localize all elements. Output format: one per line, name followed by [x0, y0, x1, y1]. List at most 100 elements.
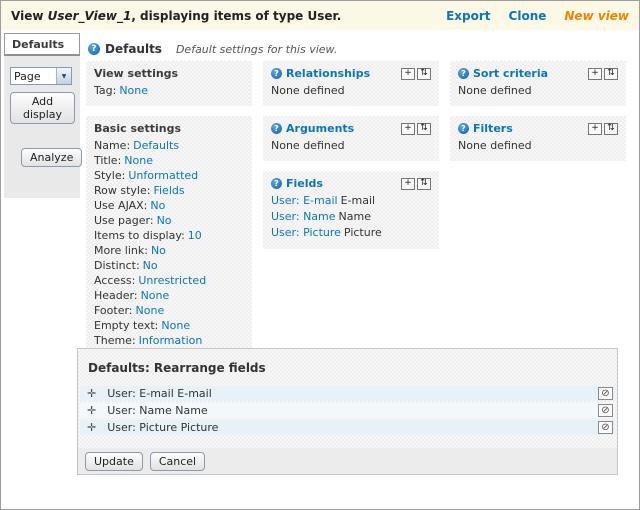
add-icon[interactable]: + — [401, 177, 415, 190]
arguments-title-link[interactable]: Arguments — [286, 122, 354, 135]
setting-row: Style: Unformatted — [94, 168, 244, 183]
relationships-header: ? Relationships + ⇅ — [271, 67, 431, 80]
display-sidebar: Defaults Page ▼ Add display Analyze — [4, 33, 83, 198]
setting-value-link[interactable]: Unformatted — [128, 169, 198, 182]
empty-text: None defined — [271, 139, 345, 152]
setting-row: More link: No — [94, 243, 244, 258]
setting-value-link[interactable]: No — [157, 214, 172, 227]
help-icon[interactable]: ? — [458, 68, 469, 79]
remove-icon[interactable]: ⊘ — [598, 387, 613, 400]
field-link[interactable]: User: Name — [271, 210, 336, 223]
setting-row: Use pager: No — [94, 213, 244, 228]
setting-value-link[interactable]: No — [143, 259, 158, 272]
fields-actions: + ⇅ — [401, 177, 431, 190]
setting-row: Tag: None — [94, 83, 244, 98]
remove-icon[interactable]: ⊘ — [598, 421, 613, 434]
filters-actions: + ⇅ — [588, 122, 618, 135]
view-description: View User_View_1, displaying items of ty… — [11, 9, 341, 23]
empty-text: None defined — [458, 84, 532, 97]
analyze-button[interactable]: Analyze — [21, 148, 83, 167]
defaults-heading: ? Defaults Default settings for this vie… — [88, 42, 337, 56]
setting-value-link[interactable]: None — [161, 319, 190, 332]
setting-label: Distinct: — [94, 259, 140, 272]
field-label-suffix: Name — [338, 210, 371, 223]
setting-row: Title: None — [94, 153, 244, 168]
setting-value-link[interactable]: None — [124, 154, 153, 167]
drag-handle-icon[interactable]: ✛ — [87, 388, 96, 399]
view-settings-box: View settings Tag: None — [86, 61, 252, 106]
setting-label: Theme: — [94, 334, 136, 347]
field-link[interactable]: User: Picture — [271, 226, 341, 239]
clone-link[interactable]: Clone — [509, 9, 547, 23]
setting-value-link[interactable]: None — [119, 84, 148, 97]
new-view-link[interactable]: New view — [564, 9, 629, 23]
help-icon[interactable]: ? — [88, 43, 100, 55]
add-icon[interactable]: + — [401, 67, 415, 80]
rearrange-row[interactable]: ✛ User: Picture Picture ⊘ — [80, 420, 615, 435]
sort-criteria-actions: + ⇅ — [588, 67, 618, 80]
help-icon[interactable]: ? — [458, 123, 469, 134]
field-link[interactable]: User: E-mail — [271, 194, 338, 207]
setting-value-link[interactable]: Unrestricted — [138, 274, 206, 287]
setting-row: Access: Unrestricted — [94, 273, 244, 288]
view-actions: Export Clone New view — [446, 9, 629, 23]
rearrange-icon[interactable]: ⇅ — [604, 122, 618, 135]
setting-label: Title: — [94, 154, 122, 167]
field-label-suffix: Picture — [343, 226, 382, 239]
export-link[interactable]: Export — [446, 9, 490, 23]
column-middle: ? Relationships + ⇅ None defined ? Argum… — [263, 61, 439, 249]
rearrange-icon[interactable]: ⇅ — [604, 67, 618, 80]
view-label: View — [11, 8, 48, 23]
setting-row: Use AJAX: No — [94, 198, 244, 213]
rearrange-icon[interactable]: ⇅ — [417, 67, 431, 80]
rearrange-icon[interactable]: ⇅ — [417, 122, 431, 135]
setting-value-link[interactable]: No — [150, 199, 165, 212]
setting-label: Style: — [94, 169, 126, 182]
setting-value-link[interactable]: No — [151, 244, 166, 257]
add-icon[interactable]: + — [588, 122, 602, 135]
add-display-button[interactable]: Add display — [10, 92, 75, 124]
setting-label: Footer: — [94, 304, 133, 317]
filters-title-link[interactable]: Filters — [473, 122, 513, 135]
arguments-header: ? Arguments + ⇅ — [271, 122, 431, 135]
help-icon[interactable]: ? — [271, 68, 282, 79]
column-right: ? Sort criteria + ⇅ None defined ? Filte… — [450, 61, 626, 161]
display-type-select[interactable]: Page ▼ — [10, 67, 72, 85]
fields-title-link[interactable]: Fields — [286, 177, 323, 190]
tab-defaults[interactable]: Defaults — [4, 33, 80, 56]
setting-row: Name: Defaults — [94, 138, 244, 153]
basic-settings-box: Basic settings Name: Defaults Title: None … — [86, 116, 252, 356]
update-button[interactable]: Update — [85, 451, 143, 471]
setting-value-link[interactable]: Defaults — [133, 139, 179, 152]
setting-value-link[interactable]: None — [136, 304, 165, 317]
drag-handle-icon[interactable]: ✛ — [87, 405, 96, 416]
sort-criteria-title-link[interactable]: Sort criteria — [473, 67, 548, 80]
field-label-suffix: E-mail — [340, 194, 376, 207]
rearrange-icon[interactable]: ⇅ — [417, 177, 431, 190]
setting-value-link[interactable]: Information — [139, 334, 203, 347]
arguments-actions: + ⇅ — [401, 122, 431, 135]
cancel-button[interactable]: Cancel — [149, 451, 206, 471]
relationships-actions: + ⇅ — [401, 67, 431, 80]
setting-row: Empty text: None — [94, 318, 244, 333]
setting-value-link[interactable]: None — [141, 289, 170, 302]
add-icon[interactable]: + — [401, 122, 415, 135]
field-item: User: Name Name — [271, 209, 431, 225]
setting-row: Header: None — [94, 288, 244, 303]
rearrange-row-label: User: Picture Picture — [107, 421, 219, 434]
relationships-title-link[interactable]: Relationships — [286, 67, 370, 80]
remove-icon[interactable]: ⊘ — [598, 404, 613, 417]
setting-value-link[interactable]: Fields — [153, 184, 184, 197]
empty-text: None defined — [458, 139, 532, 152]
help-icon[interactable]: ? — [271, 123, 282, 134]
rearrange-row[interactable]: ✛ User: E-mail E-mail ⊘ — [80, 386, 615, 401]
filters-header: ? Filters + ⇅ — [458, 122, 618, 135]
add-icon[interactable]: + — [588, 67, 602, 80]
field-item: User: Picture Picture — [271, 225, 431, 241]
rearrange-title: Defaults: Rearrange fields — [88, 361, 266, 375]
setting-row: Theme: Information — [94, 333, 244, 348]
setting-value-link[interactable]: 10 — [188, 229, 202, 242]
drag-handle-icon[interactable]: ✛ — [87, 422, 96, 433]
help-icon[interactable]: ? — [271, 178, 282, 189]
rearrange-row[interactable]: ✛ User: Name Name ⊘ — [80, 403, 615, 418]
